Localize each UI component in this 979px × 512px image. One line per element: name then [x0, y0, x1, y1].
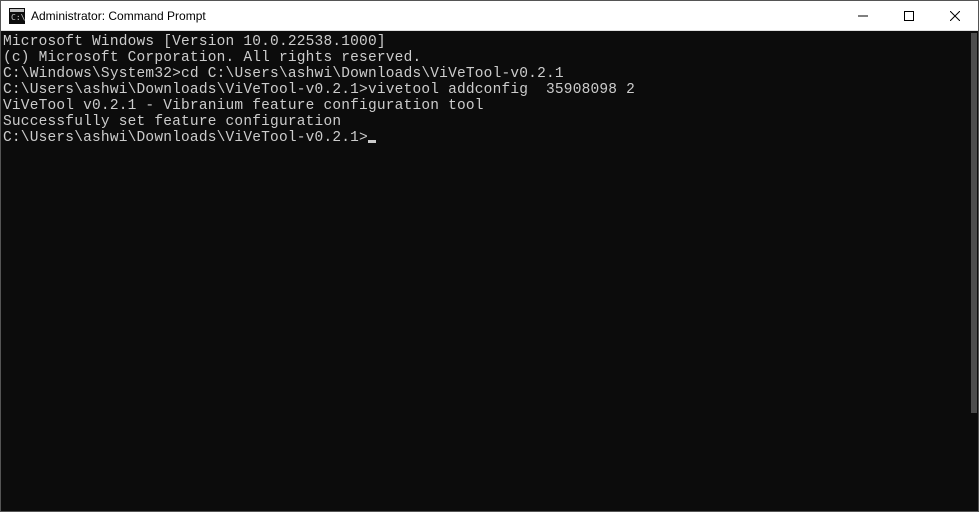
prompt: C:\Users\ashwi\Downloads\ViVeTool-v0.2.1… — [3, 130, 368, 146]
output-line: Microsoft Windows [Version 10.0.22538.10… — [3, 35, 968, 51]
command-prompt-window: C:\ Administrator: Command Prompt Micros… — [0, 0, 979, 512]
output-line: ViVeTool v0.2.1 - Vibranium feature conf… — [3, 99, 968, 115]
window-controls — [840, 1, 978, 30]
command: cd C:\Users\ashwi\Downloads\ViVeTool-v0.… — [181, 66, 564, 82]
output-line: (c) Microsoft Corporation. All rights re… — [3, 51, 968, 67]
cursor — [368, 140, 376, 143]
titlebar[interactable]: C:\ Administrator: Command Prompt — [1, 1, 978, 31]
prompt: C:\Users\ashwi\Downloads\ViVeTool-v0.2.1… — [3, 82, 368, 98]
scrollbar[interactable] — [970, 31, 978, 511]
svg-text:C:\: C:\ — [11, 13, 25, 22]
prompt-line: C:\Users\ashwi\Downloads\ViVeTool-v0.2.1… — [3, 131, 968, 147]
terminal-area[interactable]: Microsoft Windows [Version 10.0.22538.10… — [1, 31, 978, 511]
minimize-button[interactable] — [840, 1, 886, 30]
prompt: C:\Windows\System32> — [3, 66, 181, 82]
terminal-output: Microsoft Windows [Version 10.0.22538.10… — [1, 31, 970, 511]
cmd-icon: C:\ — [9, 8, 25, 24]
window-title: Administrator: Command Prompt — [31, 9, 840, 23]
prompt-line: C:\Users\ashwi\Downloads\ViVeTool-v0.2.1… — [3, 83, 968, 99]
output-line: Successfully set feature configuration — [3, 115, 968, 131]
maximize-button[interactable] — [886, 1, 932, 30]
close-button[interactable] — [932, 1, 978, 30]
command: vivetool addconfig 35908098 2 — [368, 82, 635, 98]
prompt-line: C:\Windows\System32>cd C:\Users\ashwi\Do… — [3, 67, 968, 83]
scrollbar-thumb[interactable] — [971, 33, 977, 413]
